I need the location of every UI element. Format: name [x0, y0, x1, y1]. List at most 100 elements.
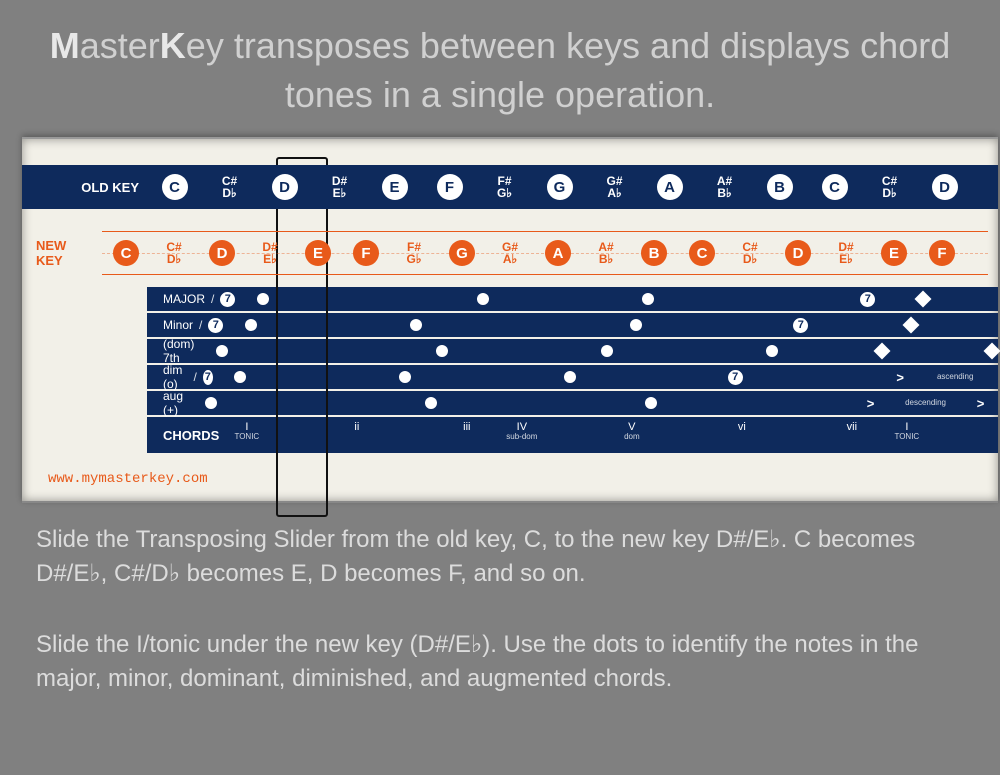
new-key-note: A#B♭	[582, 241, 630, 266]
chord-dot-cell	[854, 345, 909, 357]
chord-dot-cell	[993, 318, 1000, 333]
diamond-icon	[914, 291, 931, 308]
asc-desc-label: ascending	[937, 373, 973, 381]
new-key-note: D#E♭	[246, 241, 294, 266]
chord-dot-cell	[455, 292, 510, 307]
chord-dot-cell	[345, 292, 400, 307]
roman-numeral-cell	[659, 417, 714, 442]
chord-dot-cell	[678, 396, 733, 411]
chord-dot-cell	[513, 396, 568, 411]
chord-dot-cell	[964, 345, 1000, 357]
new-key-note: C	[102, 240, 150, 266]
new-key-note: E	[870, 240, 918, 266]
chord-dot-icon	[645, 397, 657, 409]
chords-label: CHORDS	[147, 417, 219, 453]
chord-dot-cell	[238, 396, 293, 411]
chord-dot-cell	[909, 345, 964, 357]
old-key-strip: OLD KEY CC#D♭DD#E♭EFF#G♭GG#A♭AA#B♭BCC#D♭…	[22, 165, 998, 209]
chord-row: dim (o) /77>ascending>	[147, 365, 998, 389]
roman-numeral-cell	[769, 417, 824, 442]
chord-dot-cell	[785, 292, 840, 307]
instruction-paragraph-1: Slide the Transposing Slider from the ol…	[0, 503, 1000, 590]
chord-dot-cell	[235, 292, 290, 307]
chord-dot-cell	[718, 318, 773, 333]
chord-dot-cell	[744, 345, 799, 357]
chord-dot-cell	[675, 292, 730, 307]
new-key-note: E	[294, 240, 342, 266]
chord-dot-cell	[938, 318, 993, 333]
chord-dot-cell	[388, 318, 443, 333]
chord-dot-cell	[348, 396, 403, 411]
chord-dot-cell	[213, 370, 268, 385]
chord-dot-cell	[598, 370, 653, 385]
chord-dot-cell	[488, 370, 543, 385]
chord-dot-icon	[410, 319, 422, 331]
old-key-note: E	[367, 174, 422, 200]
chord-dot-cell	[403, 396, 458, 411]
chord-dot-icon	[425, 397, 437, 409]
roman-numeral-cell: ii	[989, 417, 1000, 442]
new-key-note: A	[534, 240, 582, 266]
chord-dot-cell: descending	[898, 396, 953, 411]
seventh-badge: 7	[203, 370, 213, 385]
website-url: www.mymasterkey.com	[22, 471, 998, 487]
new-key-label: NEW KEY	[22, 238, 102, 268]
chord-row: Minor /77	[147, 313, 998, 337]
chord-dot-cell	[458, 396, 513, 411]
chord-dot-cell	[733, 396, 788, 411]
roman-numeral-cell: Vdom	[604, 417, 659, 442]
chord-dot-icon	[399, 371, 411, 383]
chord-dot-cell	[194, 345, 249, 357]
diamond-icon	[902, 317, 919, 334]
chord-grid: MAJOR /77Minor /77(dom) 7thdim (o) /77>a…	[147, 287, 998, 453]
chord-dot-icon	[234, 371, 246, 383]
diamond-icon	[873, 343, 890, 360]
chord-dot-cell	[553, 318, 608, 333]
chord-dot-cell	[278, 318, 333, 333]
chord-dot-cell	[663, 318, 718, 333]
chord-dot-icon	[766, 345, 778, 357]
seventh-badge: 7	[220, 292, 235, 307]
chord-dot-cell	[565, 292, 620, 307]
asc-desc-label: descending	[905, 399, 946, 407]
chord-dot-cell	[268, 370, 323, 385]
old-key-note: F	[422, 174, 477, 200]
chord-dot-cell	[623, 396, 678, 411]
new-key-note: F#G♭	[390, 241, 438, 266]
chord-dot-cell	[620, 292, 675, 307]
chord-dot-cell	[689, 345, 744, 357]
chord-dot-cell	[763, 370, 818, 385]
new-key-strip[interactable]: NEW KEY CC#D♭DD#E♭EFF#G♭GG#A♭AA#B♭BCC#D♭…	[22, 231, 998, 275]
chord-dot-cell	[498, 318, 553, 333]
chord-dot-cell	[579, 345, 634, 357]
chord-dot-cell	[469, 345, 524, 357]
old-key-note: D	[917, 174, 972, 200]
chord-dot-cell	[249, 345, 304, 357]
seventh-badge: 7	[860, 292, 875, 307]
chord-dot-cell	[883, 318, 938, 333]
chord-dot-cell	[359, 345, 414, 357]
roman-numeral-cell	[934, 417, 989, 442]
chord-dot-icon	[257, 293, 269, 305]
roman-numeral-cell	[384, 417, 439, 442]
diamond-icon	[983, 343, 1000, 360]
chord-dot-cell: ascending	[928, 370, 983, 385]
old-key-note: G	[532, 174, 587, 200]
old-key-note: D	[257, 174, 312, 200]
chord-dot-cell	[788, 396, 843, 411]
old-key-note: C#D♭	[862, 175, 917, 200]
new-key-note: D#E♭	[822, 241, 870, 266]
chord-dot-cell	[400, 292, 455, 307]
chord-dot-cell	[524, 345, 579, 357]
chord-dot-cell	[223, 318, 278, 333]
roman-numeral-cell: IVsub-dom	[494, 417, 549, 442]
chord-dot-cell: >	[843, 396, 898, 411]
chord-dot-cell: 7	[773, 318, 828, 333]
new-key-note: G#A♭	[486, 241, 534, 266]
chord-dot-cell: >	[873, 370, 928, 385]
roman-numeral-cell: ITONIC	[219, 417, 274, 442]
chord-dot-cell	[510, 292, 565, 307]
headline: MasterKey transposes between keys and di…	[0, 0, 1000, 137]
chord-dot-cell	[293, 396, 348, 411]
chord-dot-icon	[245, 319, 257, 331]
